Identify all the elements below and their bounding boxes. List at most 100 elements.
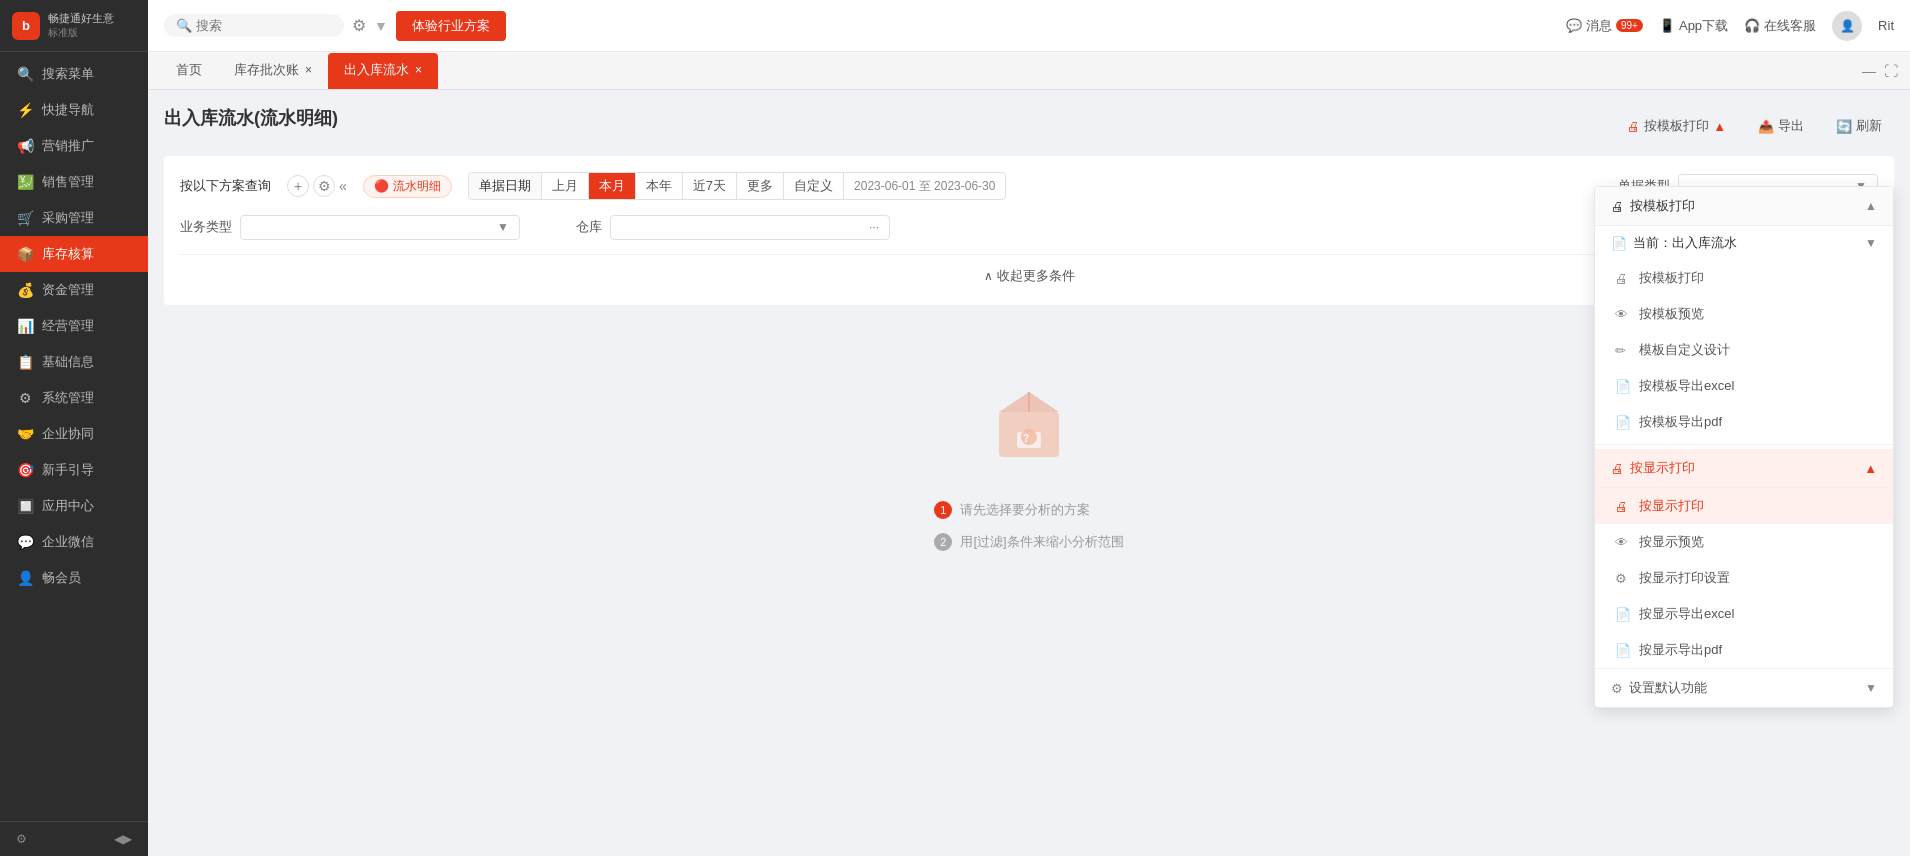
printer-icon: 🖨: [1627, 119, 1640, 134]
display-section-arrow-icon[interactable]: ▲: [1864, 461, 1877, 476]
app-download-button[interactable]: 📱 App下载: [1659, 17, 1728, 35]
sidebar-item-member[interactable]: 👤 畅会员: [0, 560, 148, 596]
date-btn-last7[interactable]: 近7天: [683, 173, 737, 199]
phone-icon: 📱: [1659, 18, 1675, 33]
warehouse-dropdown[interactable]: ···: [610, 215, 890, 240]
sidebar-item-marketing[interactable]: 📢 营销推广: [0, 128, 148, 164]
sidebar-item-label: 搜索菜单: [42, 65, 94, 83]
tab-batch[interactable]: 库存批次账 ×: [218, 53, 328, 89]
tag-icon: 🔴: [374, 179, 389, 193]
sidebar-item-operation[interactable]: 📊 经营管理: [0, 308, 148, 344]
panel-header-arrow-icon[interactable]: ▲: [1865, 199, 1877, 213]
template-preview-item[interactable]: 👁 按模板预览: [1595, 296, 1893, 332]
sidebar-nav: 🔍 搜索菜单 ⚡ 快捷导航 📢 营销推广 💹 销售管理 🛒 采购管理 📦 库存核…: [0, 52, 148, 821]
sidebar-item-inventory[interactable]: 📦 库存核算: [0, 236, 148, 272]
topbar-search-box[interactable]: 🔍: [164, 14, 344, 37]
sidebar: b 畅捷通好生意 标准版 🔍 搜索菜单 ⚡ 快捷导航 📢 营销推广 💹 销售管理…: [0, 0, 148, 856]
panel-footer-arrow-icon[interactable]: ▼: [1865, 681, 1877, 695]
search-input[interactable]: [196, 18, 316, 33]
sidebar-item-label: 企业协同: [42, 425, 94, 443]
sales-icon: 💹: [16, 174, 34, 190]
online-service-button[interactable]: 🎧 在线客服: [1744, 17, 1816, 35]
display-settings-icon: ⚙: [1615, 571, 1631, 586]
inventory-icon: 📦: [16, 246, 34, 262]
display-pdf-item[interactable]: 📄 按显示导出pdf: [1595, 632, 1893, 668]
display-excel-item[interactable]: 📄 按显示导出excel: [1595, 596, 1893, 632]
tab-inout-close[interactable]: ×: [415, 63, 422, 77]
date-btn-custom[interactable]: 自定义: [784, 173, 844, 199]
date-btn-more[interactable]: 更多: [737, 173, 784, 199]
sidebar-item-finance[interactable]: 💰 资金管理: [0, 272, 148, 308]
sidebar-item-label: 营销推广: [42, 137, 94, 155]
sidebar-item-wechat[interactable]: 💬 企业微信: [0, 524, 148, 560]
template-excel-icon: 📄: [1615, 379, 1631, 394]
guide-icon: 🎯: [16, 462, 34, 478]
current-template-arrow-icon[interactable]: ▼: [1865, 236, 1877, 250]
message-badge: 99+: [1616, 19, 1643, 32]
template-print-icon: 🖨: [1615, 271, 1631, 286]
template-pdf-item[interactable]: 📄 按模板导出pdf: [1595, 404, 1893, 440]
empty-tip-text-2: 用[过滤]条件来缩小分析范围: [960, 529, 1123, 555]
sidebar-settings-btn[interactable]: ⚙: [16, 832, 27, 846]
tab-batch-close[interactable]: ×: [305, 63, 312, 77]
quicknav-icon: ⚡: [16, 102, 34, 118]
panel-printer-icon: 🖨: [1611, 199, 1624, 214]
sidebar-item-quicknav[interactable]: ⚡ 快捷导航: [0, 92, 148, 128]
tab-minimize-icon[interactable]: —: [1862, 63, 1876, 79]
warehouse-value: [621, 220, 869, 235]
message-icon: 💬: [1566, 18, 1582, 33]
date-btn-this-month[interactable]: 本月: [589, 173, 636, 199]
sidebar-item-system[interactable]: ⚙ 系统管理: [0, 380, 148, 416]
template-excel-item[interactable]: 📄 按模板导出excel: [1595, 368, 1893, 404]
headset-icon: 🎧: [1744, 18, 1760, 33]
sidebar-item-basic[interactable]: 📋 基础信息: [0, 344, 148, 380]
biz-type-dropdown[interactable]: ▼: [240, 215, 520, 240]
topbar-gear-icon[interactable]: ⚙: [352, 16, 366, 35]
template-print-item[interactable]: 🖨 按模板打印: [1595, 260, 1893, 296]
avatar[interactable]: 👤: [1832, 11, 1862, 41]
display-print-item[interactable]: 🖨 按显示打印: [1595, 488, 1893, 524]
filter-add-button[interactable]: +: [287, 175, 309, 197]
collapse-arrow-icon: ∧: [984, 269, 993, 283]
filter-collapse-icon[interactable]: «: [339, 178, 347, 194]
print-template-button[interactable]: 🖨 按模板打印 ▲: [1615, 112, 1738, 140]
tab-inout[interactable]: 出入库流水 ×: [328, 53, 438, 89]
display-preview-item[interactable]: 👁 按显示预览: [1595, 524, 1893, 560]
filter-tag[interactable]: 🔴 流水明细: [363, 175, 452, 198]
filter-settings-button[interactable]: ⚙: [313, 175, 335, 197]
date-btn-last-month[interactable]: 上月: [542, 173, 589, 199]
message-button[interactable]: 💬 消息 99+: [1566, 17, 1643, 35]
tab-home[interactable]: 首页: [160, 53, 218, 89]
panel-divider: [1595, 444, 1893, 445]
tab-home-label: 首页: [176, 61, 202, 79]
sidebar-item-search[interactable]: 🔍 搜索菜单: [0, 56, 148, 92]
display-settings-item[interactable]: ⚙ 按显示打印设置: [1595, 560, 1893, 596]
app-logo-icon: b: [12, 12, 40, 40]
sidebar-item-apps[interactable]: 🔲 应用中心: [0, 488, 148, 524]
display-pdf-icon: 📄: [1615, 643, 1631, 658]
search-icon: 🔍: [176, 18, 192, 33]
template-design-item[interactable]: ✏ 模板自定义设计: [1595, 332, 1893, 368]
sidebar-toggle-btn[interactable]: ◀▶: [114, 832, 132, 846]
tab-maximize-icon[interactable]: ⛶: [1884, 63, 1898, 79]
sidebar-item-coop[interactable]: 🤝 企业协同: [0, 416, 148, 452]
sidebar-item-label: 新手引导: [42, 461, 94, 479]
sidebar-item-label: 采购管理: [42, 209, 94, 227]
export-icon: 📤: [1758, 119, 1774, 134]
username-label[interactable]: Rit: [1878, 18, 1894, 33]
industry-solution-button[interactable]: 体验行业方案: [396, 11, 506, 41]
topbar-actions: ⚙ ▼: [352, 16, 388, 35]
page-title: 出入库流水(流水明细): [164, 106, 338, 130]
topbar-dropdown-icon[interactable]: ▼: [374, 18, 388, 34]
refresh-button[interactable]: 🔄 刷新: [1824, 112, 1894, 140]
sidebar-item-guide[interactable]: 🎯 新手引导: [0, 452, 148, 488]
template-pdf-label: 按模板导出pdf: [1639, 413, 1722, 431]
basic-icon: 📋: [16, 354, 34, 370]
export-button[interactable]: 📤 导出: [1746, 112, 1816, 140]
sidebar-item-sales[interactable]: 💹 销售管理: [0, 164, 148, 200]
display-excel-icon: 📄: [1615, 607, 1631, 622]
sidebar-item-purchase[interactable]: 🛒 采购管理: [0, 200, 148, 236]
date-btn-this-year[interactable]: 本年: [636, 173, 683, 199]
sidebar-item-label: 销售管理: [42, 173, 94, 191]
empty-tip-text-1: 请先选择要分析的方案: [960, 497, 1090, 523]
